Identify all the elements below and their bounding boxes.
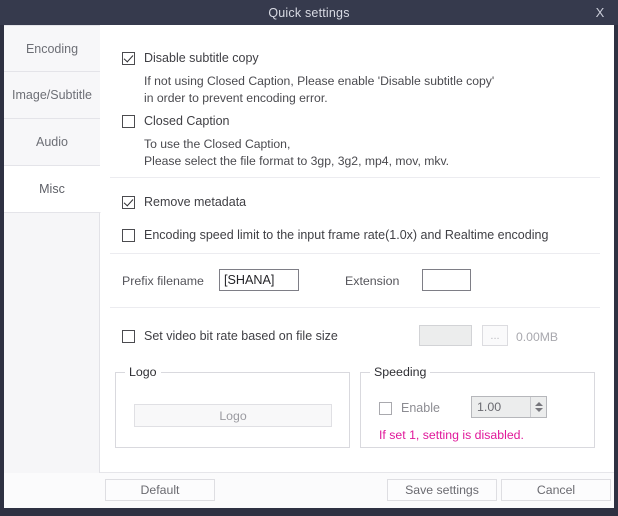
- disable-subtitle-copy-help-line2: in order to prevent encoding error.: [144, 91, 328, 105]
- extension-input[interactable]: [422, 269, 471, 291]
- remove-metadata-label: Remove metadata: [144, 195, 247, 209]
- closed-caption-label: Closed Caption: [144, 114, 230, 128]
- dialog-footer: Default Save settings Cancel: [4, 473, 614, 508]
- disable-subtitle-copy-help-line1: If not using Closed Caption, Please enab…: [144, 74, 495, 88]
- window-body: Encoding Image/Subtitle Audio Misc Disab…: [4, 25, 614, 508]
- divider-3: [110, 307, 600, 308]
- tab-strip: Encoding Image/Subtitle Audio Misc: [4, 25, 101, 473]
- browse-filesize-button[interactable]: ...: [482, 325, 508, 346]
- bitrate-by-filesize-checkbox[interactable]: Set video bit rate based on file size: [122, 329, 338, 343]
- quick-settings-window: Quick settings X Encoding Image/Subtitle…: [0, 0, 618, 516]
- divider-2: [110, 253, 600, 254]
- checkbox-box-icon: [122, 330, 135, 343]
- logo-group-title: Logo: [125, 365, 161, 379]
- filesize-value-label: 0.00MB: [516, 330, 559, 344]
- tab-misc[interactable]: Misc: [4, 166, 101, 213]
- speeding-group-title: Speeding: [370, 365, 431, 379]
- speeding-value: 1.00: [477, 400, 502, 414]
- prefix-filename-input[interactable]: [SHANA]: [219, 269, 299, 291]
- checkbox-box-icon: [122, 196, 135, 209]
- cancel-button[interactable]: Cancel: [501, 479, 611, 501]
- tab-misc-label: Misc: [39, 182, 65, 196]
- closed-caption-help-line1: To use the Closed Caption,: [144, 137, 291, 151]
- speeding-enable-checkbox[interactable]: Enable: [379, 401, 440, 415]
- closed-caption-help-line2: Please select the file format to 3gp, 3g…: [144, 154, 450, 168]
- chevron-down-icon[interactable]: [534, 408, 543, 412]
- chevron-up-icon[interactable]: [534, 402, 543, 406]
- remove-metadata-checkbox[interactable]: Remove metadata: [122, 195, 246, 209]
- speeding-groupbox: Speeding Enable 1.00 If set 1, setting i…: [360, 365, 595, 448]
- tab-encoding[interactable]: Encoding: [4, 25, 100, 72]
- window-title: Quick settings: [268, 5, 350, 20]
- default-button[interactable]: Default: [105, 479, 215, 501]
- tab-image-subtitle-label: Image/Subtitle: [12, 88, 92, 102]
- tab-audio-label: Audio: [36, 135, 68, 149]
- speeding-enable-label: Enable: [401, 401, 440, 415]
- filesize-input[interactable]: [419, 325, 472, 346]
- save-settings-button[interactable]: Save settings: [387, 479, 497, 501]
- tab-image-subtitle[interactable]: Image/Subtitle: [4, 72, 100, 119]
- closed-caption-checkbox[interactable]: Closed Caption: [122, 114, 229, 128]
- prefix-filename-label: Prefix filename: [122, 274, 204, 288]
- tab-panel-misc: Disable subtitle copy If not using Close…: [100, 25, 614, 473]
- spinner-arrows[interactable]: [530, 397, 546, 417]
- checkbox-box-icon: [122, 229, 135, 242]
- disable-subtitle-copy-label: Disable subtitle copy: [144, 51, 259, 65]
- speeding-warning-text: If set 1, setting is disabled.: [379, 428, 524, 442]
- tab-audio[interactable]: Audio: [4, 119, 100, 166]
- disable-subtitle-copy-checkbox[interactable]: Disable subtitle copy: [122, 51, 259, 65]
- bitrate-by-filesize-label: Set video bit rate based on file size: [144, 329, 338, 343]
- encoding-speed-limit-checkbox[interactable]: Encoding speed limit to the input frame …: [122, 228, 548, 242]
- title-bar: Quick settings X: [0, 0, 618, 25]
- divider-1: [110, 177, 600, 178]
- logo-groupbox: Logo Logo: [115, 365, 350, 448]
- speeding-value-spinner[interactable]: 1.00: [471, 396, 547, 418]
- extension-label: Extension: [345, 274, 400, 288]
- close-icon[interactable]: X: [590, 3, 610, 22]
- checkbox-box-icon: [379, 402, 392, 415]
- checkbox-box-icon: [122, 115, 135, 128]
- encoding-speed-limit-label: Encoding speed limit to the input frame …: [144, 228, 549, 242]
- tab-encoding-label: Encoding: [25, 41, 79, 56]
- logo-button[interactable]: Logo: [134, 404, 332, 427]
- checkbox-box-icon: [122, 52, 135, 65]
